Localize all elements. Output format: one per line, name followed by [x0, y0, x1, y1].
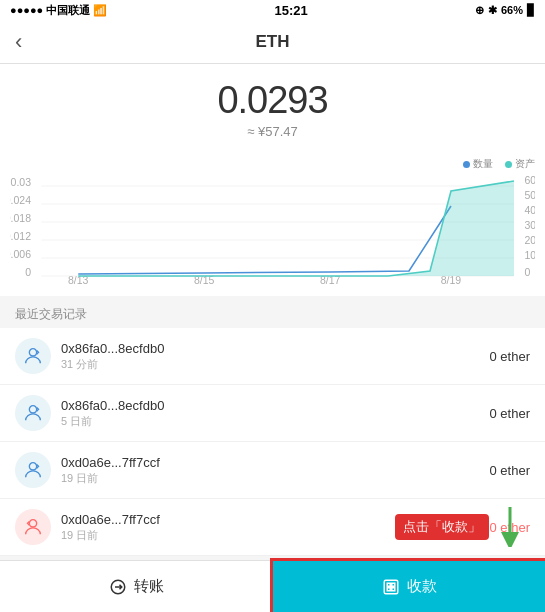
legend-asset-label: 资产: [515, 157, 535, 171]
receive-button[interactable]: 收款: [273, 561, 545, 612]
transfer-button[interactable]: 转账: [0, 561, 273, 612]
tx-icon-1: [15, 395, 51, 431]
svg-text:40: 40: [525, 205, 536, 216]
page-title: ETH: [256, 32, 290, 52]
svg-text:0.024: 0.024: [10, 195, 31, 206]
legend-quantity-label: 数量: [473, 157, 493, 171]
signal-dots: ●●●●●: [10, 4, 43, 16]
svg-text:0: 0: [25, 267, 31, 278]
transfer-icon: [108, 577, 128, 597]
svg-rect-32: [387, 587, 390, 590]
tx-time-2: 19 日前: [61, 471, 490, 486]
svg-text:0.03: 0.03: [11, 177, 32, 188]
status-bar: ●●●●● 中国联通 📶 15:21 ⊕ ✱ 66% ▊: [0, 0, 545, 20]
svg-rect-30: [387, 583, 390, 586]
status-time: 15:21: [274, 3, 307, 18]
tooltip-text: 点击「收款」: [395, 514, 489, 540]
svg-text:20: 20: [525, 235, 536, 246]
chart-section: 数量 资产 0.03 0.024 0.018 0.012 0.006 0 60 …: [0, 149, 545, 296]
svg-point-23: [29, 349, 36, 356]
tx-icon-0: [15, 338, 51, 374]
svg-rect-33: [392, 587, 395, 590]
tx-details-0: 0x86fa0...8ecfdb0 31 分前: [61, 341, 490, 372]
svg-text:8/17: 8/17: [320, 275, 341, 286]
header: ‹ ETH: [0, 20, 545, 64]
tooltip-arrow-icon: [495, 507, 525, 547]
receive-icon: [381, 577, 401, 597]
balance-section: 0.0293 ≈ ¥57.47: [0, 64, 545, 149]
tx-details-1: 0x86fa0...8ecfdb0 5 日前: [61, 398, 490, 429]
svg-text:8/19: 8/19: [441, 275, 462, 286]
svg-text:60: 60: [525, 176, 536, 186]
tx-icon-3: [15, 509, 51, 545]
tx-details-2: 0xd0a6e...7ff7ccf 19 日前: [61, 455, 490, 486]
svg-text:0.018: 0.018: [10, 213, 31, 224]
bluetooth-icon: ✱: [488, 4, 497, 17]
chart-svg: 0.03 0.024 0.018 0.012 0.006 0 60 50 40 …: [10, 176, 535, 286]
tx-hash-1: 0x86fa0...8ecfdb0: [61, 398, 490, 413]
tx-time-3: 19 日前: [61, 528, 453, 543]
svg-text:8/15: 8/15: [194, 275, 215, 286]
chart-container: 0.03 0.024 0.018 0.012 0.006 0 60 50 40 …: [10, 176, 535, 286]
svg-point-26: [29, 520, 36, 527]
balance-amount: 0.0293: [0, 79, 545, 122]
svg-text:0.006: 0.006: [10, 249, 31, 260]
tx-item-0[interactable]: 0x86fa0...8ecfdb0 31 分前 0 ether: [0, 328, 545, 385]
legend-quantity: 数量: [463, 157, 493, 171]
tx-amount-1: 0 ether: [490, 406, 530, 421]
wifi-icon: 📶: [93, 4, 107, 17]
tx-item-2[interactable]: 0xd0a6e...7ff7ccf 19 日前 0 ether: [0, 442, 545, 499]
tx-hash-2: 0xd0a6e...7ff7ccf: [61, 455, 490, 470]
transfer-label: 转账: [134, 577, 164, 596]
tx-hash-3: 0xd0a6e...7ff7ccf: [61, 512, 453, 527]
legend-dot-cyan: [505, 161, 512, 168]
tx-time-1: 5 日前: [61, 414, 490, 429]
status-right: ⊕ ✱ 66% ▊: [475, 4, 535, 17]
legend-dot-blue: [463, 161, 470, 168]
svg-rect-31: [392, 583, 395, 586]
tx-time-0: 31 分前: [61, 357, 490, 372]
bottom-bar: 转账 收款: [0, 560, 545, 612]
tx-hash-0: 0x86fa0...8ecfdb0: [61, 341, 490, 356]
tx-amount-0: 0 ether: [490, 349, 530, 364]
svg-text:0: 0: [525, 267, 531, 278]
svg-text:10: 10: [525, 250, 536, 261]
svg-text:8/13: 8/13: [68, 275, 89, 286]
carrier: 中国联通: [46, 3, 90, 18]
legend-asset: 资产: [505, 157, 535, 171]
svg-text:50: 50: [525, 190, 536, 201]
tx-details-3: 0xd0a6e...7ff7ccf 19 日前: [61, 512, 453, 543]
balance-cny: ≈ ¥57.47: [0, 124, 545, 139]
battery-icon: ▊: [527, 4, 535, 17]
svg-text:30: 30: [525, 220, 536, 231]
status-left: ●●●●● 中国联通 📶: [10, 3, 107, 18]
back-button[interactable]: ‹: [15, 31, 22, 53]
receive-label: 收款: [407, 577, 437, 596]
section-title: 最近交易记录: [0, 296, 545, 328]
tx-icon-2: [15, 452, 51, 488]
tx-amount-2: 0 ether: [490, 463, 530, 478]
tooltip: 点击「收款」: [395, 507, 525, 547]
charge-icon: ⊕: [475, 4, 484, 17]
svg-text:0.012: 0.012: [10, 231, 31, 242]
svg-point-24: [29, 406, 36, 413]
tx-item-1[interactable]: 0x86fa0...8ecfdb0 5 日前 0 ether: [0, 385, 545, 442]
chart-legend: 数量 资产: [10, 157, 535, 171]
battery-level: 66%: [501, 4, 523, 16]
svg-point-25: [29, 463, 36, 470]
